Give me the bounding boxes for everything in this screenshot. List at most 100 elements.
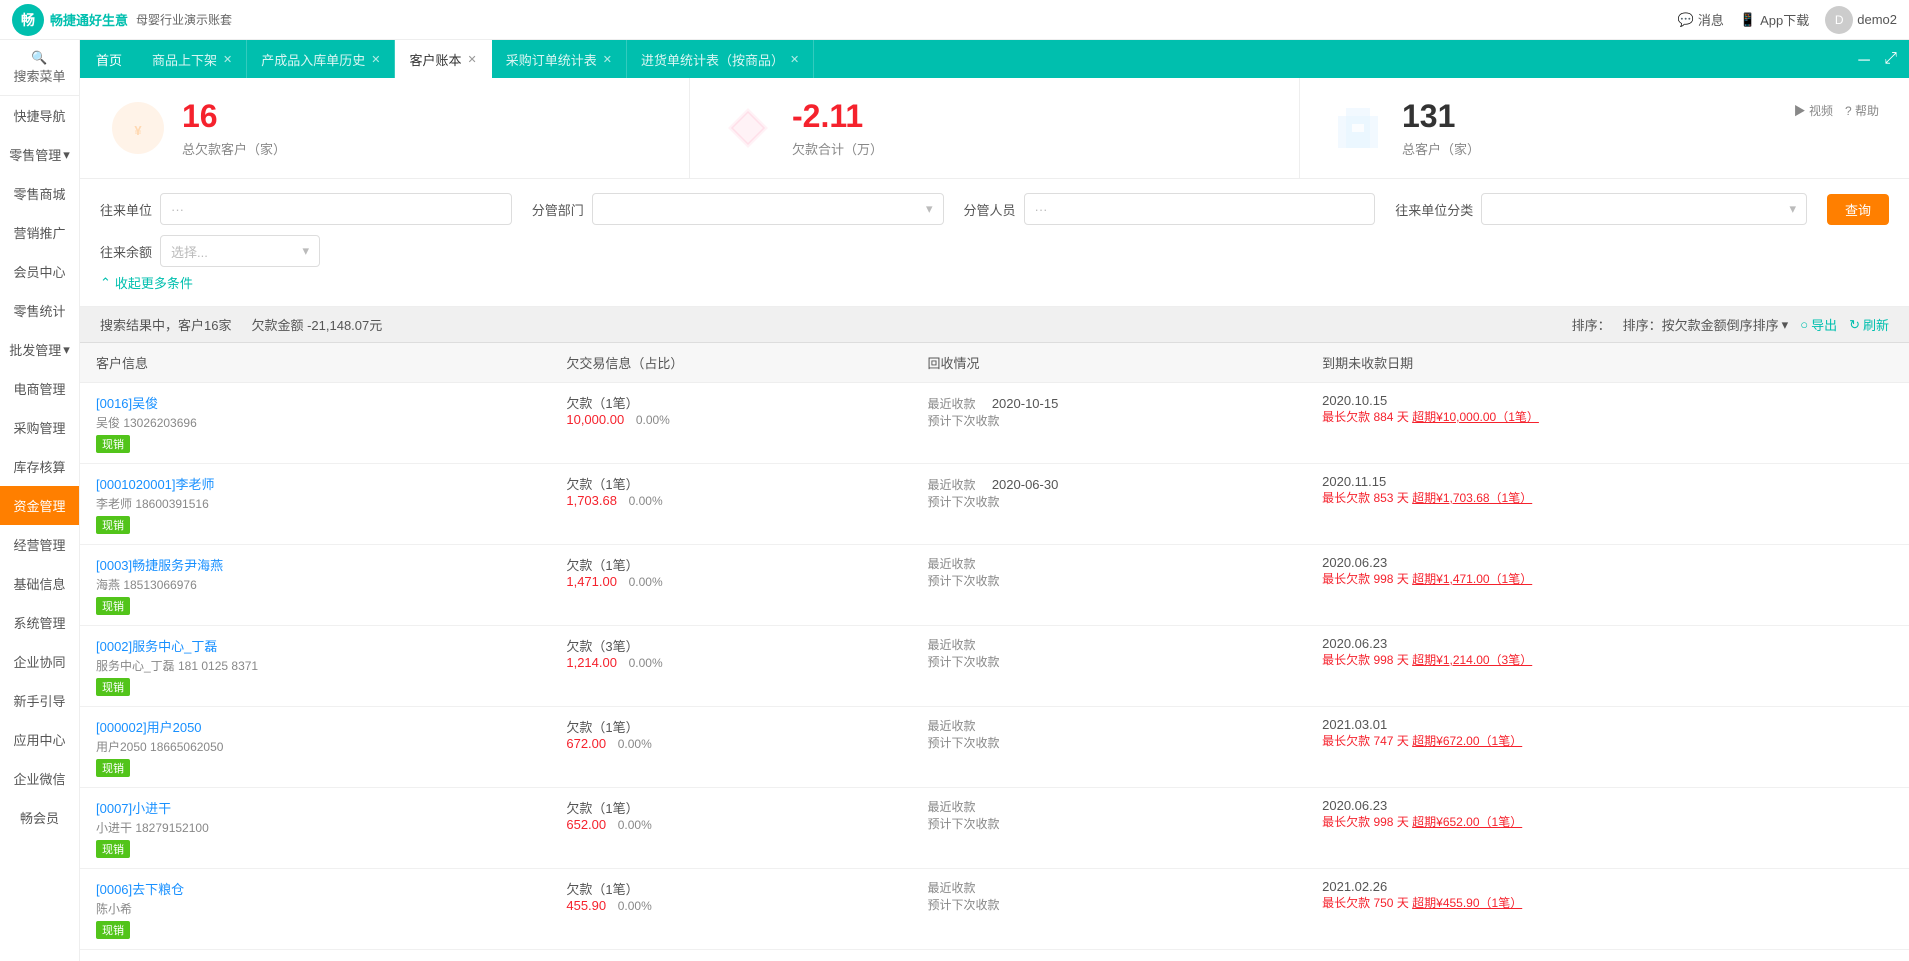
message-icon: 💬 — [1678, 12, 1694, 28]
tabs-minimize-icon[interactable]: － — [1852, 47, 1876, 71]
sidebar-item-wechat-work[interactable]: 企业微信 — [0, 759, 79, 798]
tab-production-history[interactable]: 产成品入库单历史 ✕ — [247, 40, 395, 78]
results-actions: 排序： 排序：按欠款金额倒序排序 ▾ ○ 导出 ↻ 刷新 — [1572, 315, 1889, 334]
collapse-button[interactable]: ⌃ 收起更多条件 — [100, 273, 1889, 292]
tab-close-icon[interactable]: ✕ — [223, 53, 232, 66]
sidebar-item-retail-mall[interactable]: 零售商城 — [0, 174, 79, 213]
unit-category-label: 往来单位分类 — [1395, 200, 1473, 219]
summary-cards: ¥ 16 总欠款客户（家） — [80, 78, 1909, 179]
export-button[interactable]: ○ 导出 — [1800, 315, 1837, 334]
debt-amount[interactable]: 1,703.68 — [566, 493, 617, 508]
sidebar-item-quick-nav[interactable]: 快捷导航 — [0, 96, 79, 135]
refresh-button[interactable]: ↻ 刷新 — [1849, 315, 1889, 334]
table-row: [0006]去下粮仓 陈小希 现销 欠款（1笔） 455.90 0.00% 最近… — [80, 869, 1909, 950]
overdue-link[interactable]: 超期¥672.00（1笔） — [1412, 734, 1522, 748]
sidebar-item-guide[interactable]: 新手引导 — [0, 681, 79, 720]
sidebar-item-system-mgmt[interactable]: 系统管理 — [0, 603, 79, 642]
sidebar-item-marketing[interactable]: 营销推广 — [0, 213, 79, 252]
summary-card-debt-total: -2.11 欠款合计（万） — [690, 78, 1300, 178]
building-icon — [1330, 100, 1386, 156]
tabs-end: － ⤢ — [1844, 47, 1909, 71]
sidebar-item-finance[interactable]: 资金管理 — [0, 486, 79, 525]
recovery-cell: 最近收款 预计下次收款 — [911, 788, 1306, 869]
customer-phone: 用户2050 18665062050 — [96, 738, 534, 755]
tabs-expand-icon[interactable]: ⤢ — [1880, 50, 1901, 68]
user-menu[interactable]: D demo2 — [1825, 6, 1897, 34]
tab-close-icon[interactable]: ✕ — [371, 53, 380, 66]
debt-amount[interactable]: 1,214.00 — [566, 655, 617, 670]
tab-product-listing[interactable]: 商品上下架 ✕ — [138, 40, 247, 78]
sort-select[interactable]: 排序：按欠款金额倒序排序 ▾ — [1623, 315, 1789, 334]
filter-balance: 往来余额 选择... ▾ — [100, 235, 1889, 267]
recovery-cell: 最近收款 预计下次收款 — [911, 707, 1306, 788]
sidebar-item-inventory[interactable]: 库存核算 — [0, 447, 79, 486]
sidebar-item-retail-mgmt[interactable]: 零售管理 ▾ — [0, 135, 79, 174]
table-row: [0002]服务中心_丁磊 服务中心_丁磊 181 0125 8371 现销 欠… — [80, 626, 1909, 707]
message-button[interactable]: 💬 消息 — [1678, 10, 1724, 29]
debt-amount[interactable]: 1,471.00 — [566, 574, 617, 589]
overdue-days: 最长欠款 750 天 — [1322, 896, 1412, 910]
sidebar-item-operations[interactable]: 经营管理 — [0, 525, 79, 564]
sidebar-item-enterprise-collab[interactable]: 企业协同 — [0, 642, 79, 681]
customer-info-cell: [0016]吴俊 吴俊 13026203696 现销 — [80, 383, 550, 464]
due-date-cell: 2020.11.15 最长欠款 853 天 超期¥1,703.68（1笔） — [1306, 464, 1909, 545]
sidebar-item-member-vip[interactable]: 畅会员 — [0, 798, 79, 837]
tab-customer-ledger[interactable]: 客户账本 ✕ — [395, 40, 491, 78]
overdue-link[interactable]: 超期¥1,214.00（3笔） — [1412, 653, 1532, 667]
store-name: 母婴行业演示账套 — [136, 11, 232, 28]
balance-select[interactable]: 选择... ▾ — [160, 235, 320, 267]
sidebar-item-basic-info[interactable]: 基础信息 — [0, 564, 79, 603]
customer-tag: 现销 — [96, 678, 130, 696]
overdue-link[interactable]: 超期¥1,703.68（1笔） — [1412, 491, 1532, 505]
debt-amount[interactable]: 672.00 — [566, 736, 606, 751]
tab-purchase-stats-by-product[interactable]: 进货单统计表（按商品） ✕ — [627, 40, 814, 78]
sidebar-item-app-center[interactable]: 应用中心 — [0, 720, 79, 759]
customer-id-link[interactable]: [0001020001]李老师 — [96, 474, 534, 493]
overdue-link[interactable]: 超期¥1,471.00（1笔） — [1412, 572, 1532, 586]
customer-id-link[interactable]: [0002]服务中心_丁磊 — [96, 636, 534, 655]
customer-id-link[interactable]: [000002]用户2050 — [96, 717, 534, 736]
export-icon: ○ — [1800, 317, 1808, 332]
filter-row-1: 往来单位 ··· 分管部门 ▾ 分管人员 — [100, 193, 1889, 225]
sidebar-item-member-center[interactable]: 会员中心 — [0, 252, 79, 291]
debt-amount[interactable]: 10,000.00 — [566, 412, 624, 427]
filter-row-2: 往来余额 选择... ▾ — [100, 235, 1889, 267]
debt-info-cell: 欠款（3笔） 1,214.00 0.00% — [550, 626, 911, 707]
sidebar-item-ecommerce[interactable]: 电商管理 — [0, 369, 79, 408]
staff-input[interactable]: ··· — [1024, 193, 1376, 225]
customer-id-link[interactable]: [0007]小进干 — [96, 798, 534, 817]
debt-percent: 0.00% — [636, 413, 670, 427]
tab-close-icon[interactable]: ✕ — [468, 53, 477, 66]
customer-info-cell: [000001]黄思源 黄思源 13552700226 现销 — [80, 950, 550, 961]
col-debt-info: 欠交易信息（占比） — [550, 343, 911, 383]
overdue-link[interactable]: 超期¥455.90（1笔） — [1412, 896, 1522, 910]
card-body-debt-total: -2.11 欠款合计（万） — [792, 98, 883, 158]
help-button[interactable]: ? 帮助 — [1845, 102, 1879, 119]
debt-amount[interactable]: 455.90 — [566, 898, 606, 913]
debt-info-cell: 欠款（1笔） 429.00 0.00% — [550, 950, 911, 961]
tab-close-icon[interactable]: ✕ — [603, 53, 612, 66]
sidebar-item-retail-stats[interactable]: 零售统计 — [0, 291, 79, 330]
customer-id-link[interactable]: [0003]畅捷服务尹海燕 — [96, 555, 534, 574]
app-download-button[interactable]: 📱 App下载 — [1740, 10, 1809, 29]
balance-label: 往来余额 — [100, 242, 152, 261]
col-due-date: 到期未收款日期 — [1306, 343, 1909, 383]
customer-info-cell: [0002]服务中心_丁磊 服务中心_丁磊 181 0125 8371 现销 — [80, 626, 550, 707]
overdue-link[interactable]: 超期¥652.00（1笔） — [1412, 815, 1522, 829]
customer-id-link[interactable]: [0016]吴俊 — [96, 393, 534, 412]
tab-close-icon[interactable]: ✕ — [790, 53, 799, 66]
dept-select[interactable]: ▾ — [592, 193, 944, 225]
sidebar-search[interactable]: 🔍 搜索菜单 — [0, 40, 79, 96]
unit-category-select[interactable]: ▾ — [1481, 193, 1807, 225]
customer-id-link[interactable]: [0006]去下粮仓 — [96, 879, 534, 898]
from-unit-input[interactable]: ··· — [160, 193, 512, 225]
sidebar-item-purchase-mgmt[interactable]: 采购管理 — [0, 408, 79, 447]
debt-amount[interactable]: 652.00 — [566, 817, 606, 832]
query-button[interactable]: 查询 — [1827, 194, 1889, 225]
video-button[interactable]: ▶ 视频 — [1794, 102, 1833, 119]
tab-purchase-order-stats[interactable]: 采购订单统计表 ✕ — [492, 40, 627, 78]
tab-home[interactable]: 首页 — [80, 50, 138, 69]
sidebar-item-wholesale-mgmt[interactable]: 批发管理 ▾ — [0, 330, 79, 369]
overdue-link[interactable]: 超期¥10,000.00（1笔） — [1412, 410, 1539, 424]
chevron-down-icon: ▾ — [302, 243, 309, 259]
